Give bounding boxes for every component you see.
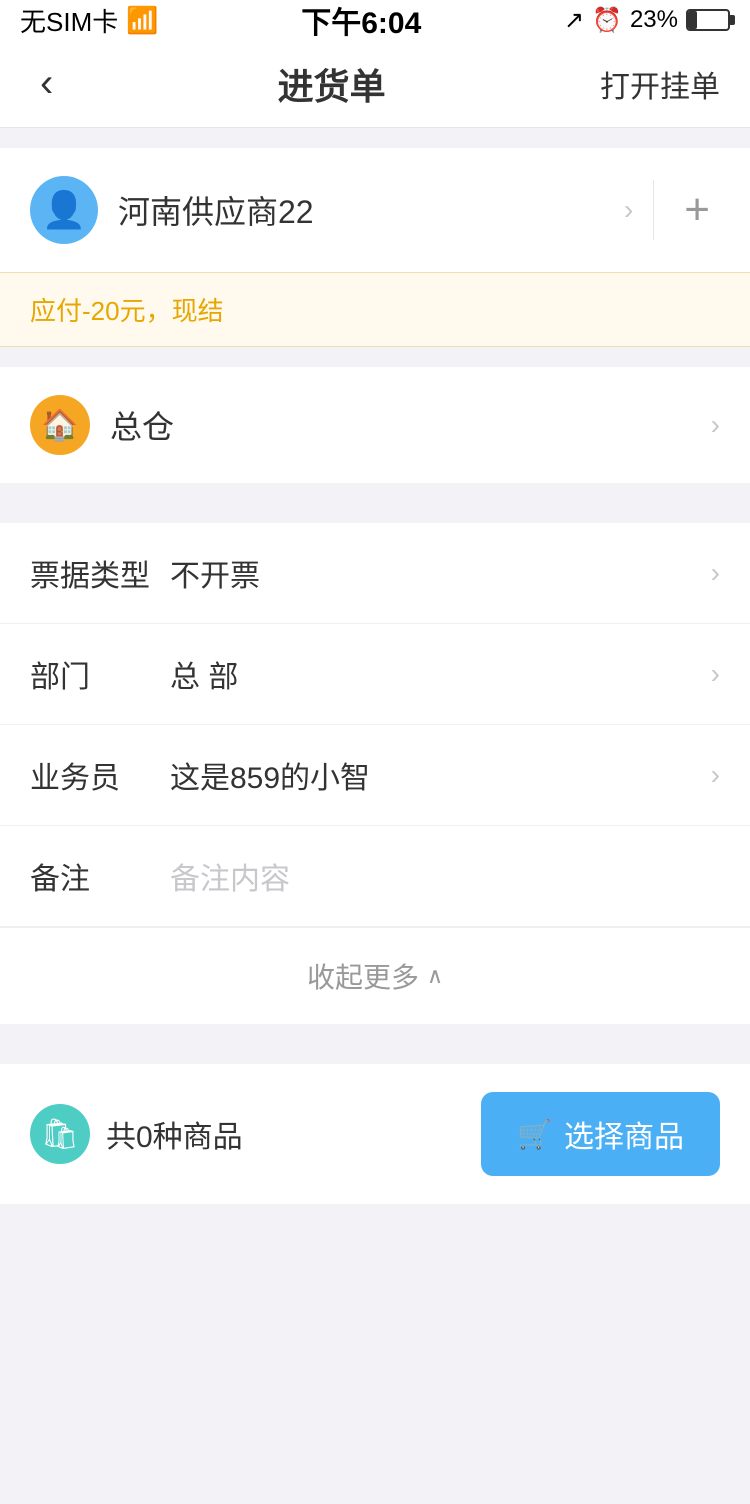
notice-bar: 应付-20元，现结 <box>0 272 750 347</box>
salesperson-chevron-icon: › <box>711 759 720 791</box>
location-icon: ↗ <box>564 6 584 35</box>
carrier-label: 无SIM卡 <box>20 2 118 39</box>
collapse-arrow-icon: ∧ <box>427 963 443 989</box>
department-label: 部门 <box>30 652 150 696</box>
remark-row[interactable]: 备注 备注内容 <box>0 826 750 927</box>
department-chevron-icon: › <box>711 658 720 690</box>
status-left: 无SIM卡 📶 <box>20 2 159 39</box>
salesperson-row[interactable]: 业务员 这是859的小智 › <box>0 725 750 826</box>
page-title: 进货单 <box>278 58 386 110</box>
warehouse-row[interactable]: 🏠 总仓 › <box>0 367 750 483</box>
warehouse-icon-wrap: 🏠 <box>30 395 90 455</box>
footer-section: 🛍 共0种商品 🛒 选择商品 <box>0 1064 750 1204</box>
warehouse-section: 🏠 总仓 › <box>0 367 750 483</box>
goods-bag-icon: 🛍 <box>41 1117 79 1152</box>
supplier-section: 👤 河南供应商22 › + 应付-20元，现结 <box>0 148 750 347</box>
section-gap-1 <box>0 128 750 148</box>
remark-input[interactable]: 备注内容 <box>150 854 720 898</box>
invoice-type-label: 票据类型 <box>30 551 150 595</box>
invoice-type-row[interactable]: 票据类型 不开票 › <box>0 523 750 624</box>
collapse-bar[interactable]: 收起更多 ∧ <box>0 927 750 1024</box>
section-gap-3 <box>0 483 750 503</box>
back-button[interactable]: ‹ <box>30 51 63 116</box>
warehouse-label: 总仓 <box>110 402 711 448</box>
select-goods-button[interactable]: 🛒 选择商品 <box>481 1092 720 1176</box>
alarm-icon: ⏰ <box>592 6 622 35</box>
form-section: 票据类型 不开票 › 部门 总 部 › 业务员 这是859的小智 › 备注 备注… <box>0 523 750 1024</box>
salesperson-value: 这是859的小智 <box>150 753 711 797</box>
nav-bar: ‹ 进货单 打开挂单 <box>0 40 750 128</box>
background-fill <box>0 1204 750 1504</box>
remark-label: 备注 <box>30 854 150 898</box>
supplier-row[interactable]: 👤 河南供应商22 › + <box>0 148 750 272</box>
warehouse-chevron-icon: › <box>711 409 720 441</box>
supplier-avatar: 👤 <box>30 176 98 244</box>
collapse-label: 收起更多 <box>307 956 419 996</box>
invoice-type-value: 不开票 <box>150 551 711 595</box>
status-time: 下午6:04 <box>301 0 421 42</box>
open-pending-button[interactable]: 打开挂单 <box>600 62 720 106</box>
select-goods-label: 选择商品 <box>564 1112 684 1156</box>
warehouse-icon: 🏠 <box>41 408 78 443</box>
supplier-name: 河南供应商22 <box>118 187 624 233</box>
select-goods-icon: 🛒 <box>517 1118 552 1151</box>
battery-icon <box>686 9 730 31</box>
status-right: ↗ ⏰ 23% <box>564 6 730 35</box>
vertical-divider <box>653 180 654 240</box>
section-gap-4 <box>0 1024 750 1044</box>
notice-text: 应付-20元，现结 <box>30 296 224 326</box>
supplier-chevron-icon: › <box>624 194 633 226</box>
goods-info: 🛍 共0种商品 <box>30 1104 243 1164</box>
status-bar: 无SIM卡 📶 下午6:04 ↗ ⏰ 23% <box>0 0 750 40</box>
battery-label: 23% <box>630 6 678 34</box>
wifi-icon: 📶 <box>126 5 158 36</box>
department-value: 总 部 <box>150 652 711 696</box>
add-supplier-button[interactable]: + <box>674 185 720 235</box>
invoice-type-chevron-icon: › <box>711 557 720 589</box>
salesperson-label: 业务员 <box>30 753 150 797</box>
department-row[interactable]: 部门 总 部 › <box>0 624 750 725</box>
section-gap-2 <box>0 347 750 367</box>
goods-icon-wrap: 🛍 <box>30 1104 90 1164</box>
avatar-icon: 👤 <box>42 189 87 231</box>
goods-count-label: 共0种商品 <box>106 1112 243 1156</box>
